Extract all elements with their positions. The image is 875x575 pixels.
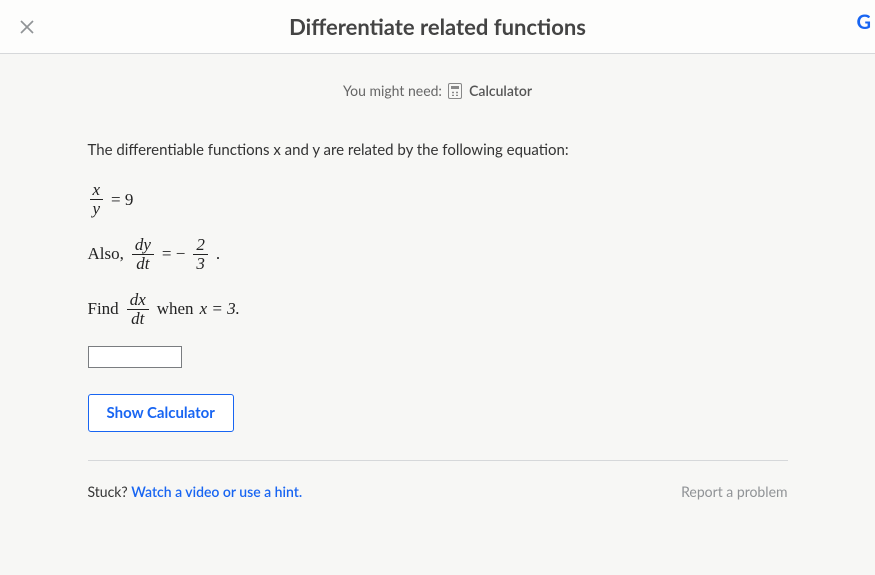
eq1-num: x [90, 181, 104, 199]
eq2-rnum: 2 [193, 236, 208, 254]
stuck-label: Stuck? [88, 483, 128, 500]
equation-2: Also, dy dt = − 2 3 . [88, 236, 788, 273]
eq2-mid: = − [162, 244, 185, 264]
header-bar: Differentiate related functions G [0, 0, 875, 54]
eq2-num: dy [132, 236, 154, 254]
corner-badge: G [856, 10, 871, 34]
equation-3: Find dx dt when x = 3. [88, 291, 788, 328]
footer-row: Stuck? Watch a video or use a hint. Repo… [88, 483, 788, 500]
answer-input[interactable] [88, 346, 182, 368]
problem-intro: The differentiable functions x and y are… [88, 141, 788, 159]
need-prefix: You might need: [343, 82, 442, 99]
report-problem-link[interactable]: Report a problem [681, 483, 787, 500]
need-tool: Calculator [469, 82, 532, 99]
eq3-den: dt [128, 310, 147, 328]
eq1-rhs: = 9 [111, 190, 133, 210]
eq1-den: y [90, 200, 104, 218]
eq3-when: when [157, 299, 194, 319]
page-title: Differentiate related functions [0, 13, 875, 40]
equation-1: x y = 9 [88, 181, 788, 218]
eq2-den: dt [133, 255, 152, 273]
eq3-num: dx [127, 291, 149, 309]
hint-link[interactable]: Watch a video or use a hint. [131, 483, 302, 500]
show-calculator-button[interactable]: Show Calculator [88, 394, 234, 432]
close-icon[interactable] [18, 18, 36, 36]
divider [88, 460, 788, 461]
calculator-icon [448, 83, 462, 99]
eq3-cond: x = 3. [200, 299, 240, 319]
eq2-rden: 3 [193, 255, 208, 273]
eq2-suffix: . [216, 244, 220, 264]
you-might-need: You might need: Calculator [0, 82, 875, 101]
eq3-prefix: Find [88, 299, 119, 319]
eq2-prefix: Also, [88, 244, 124, 264]
problem-content: The differentiable functions x and y are… [78, 141, 798, 499]
